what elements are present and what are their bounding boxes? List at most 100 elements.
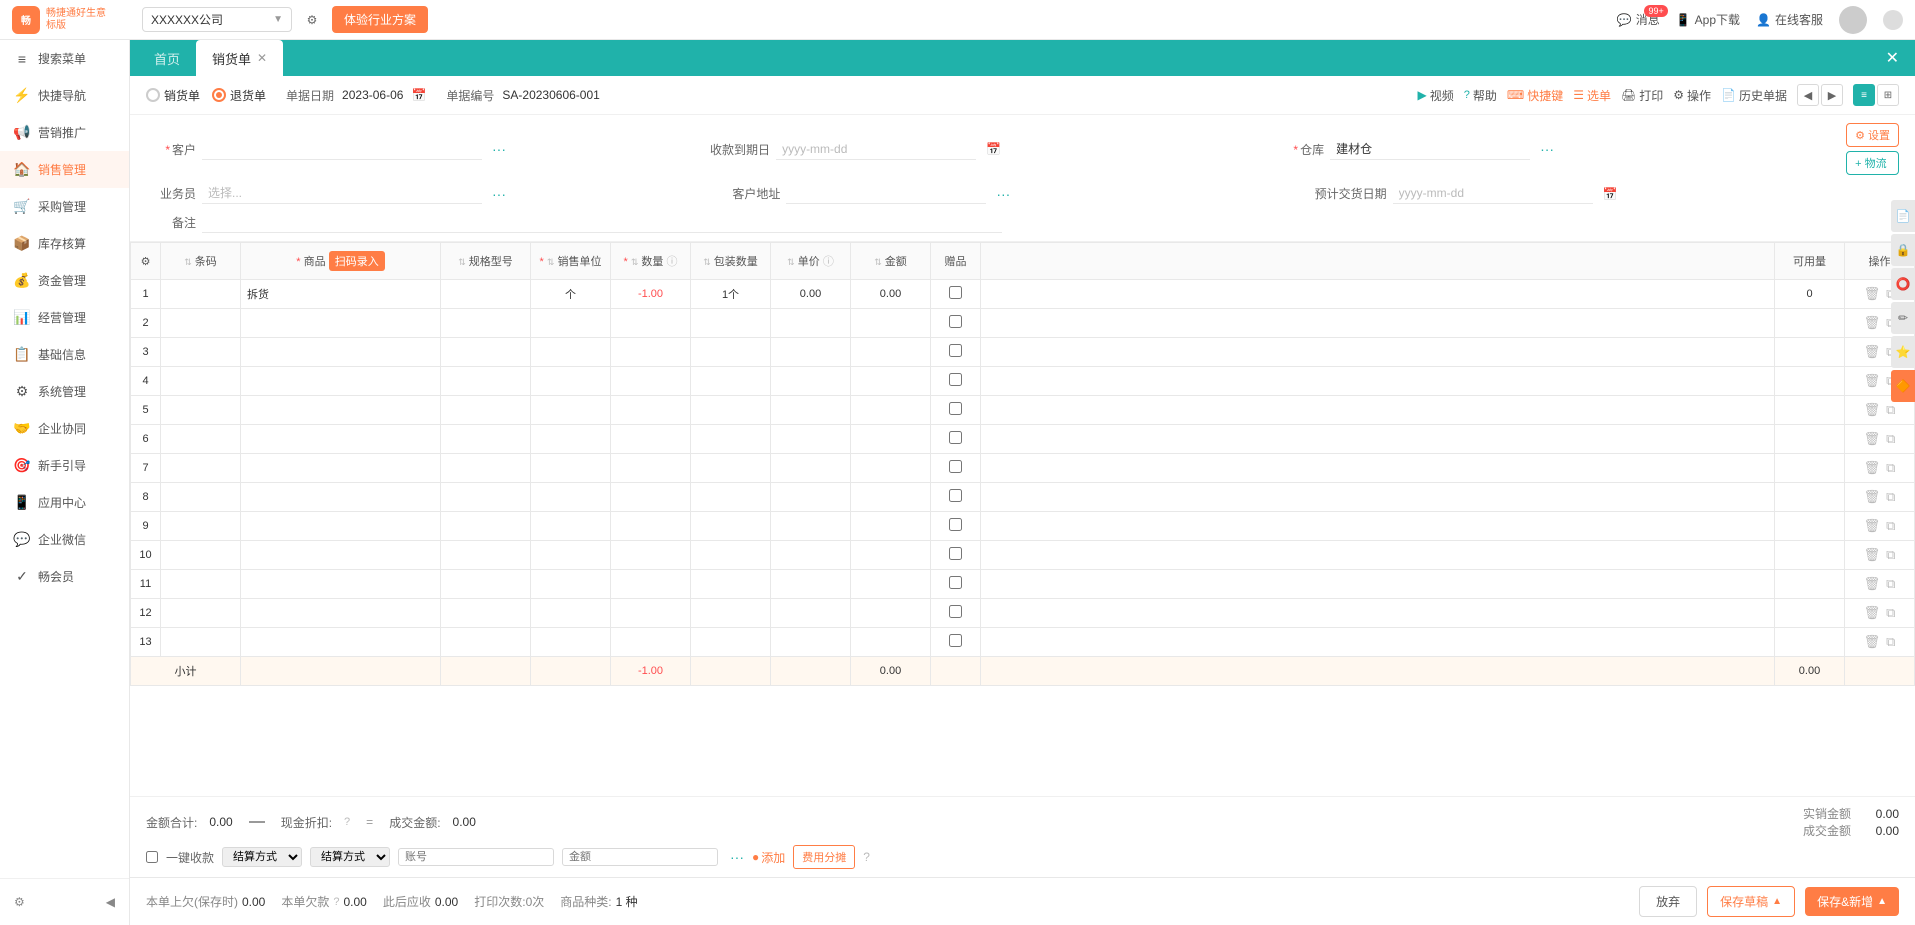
cell-spec[interactable] bbox=[441, 599, 531, 628]
cell-barcode[interactable] bbox=[161, 425, 241, 454]
account-select[interactable]: 结算方式 bbox=[310, 847, 390, 867]
settlement-method-select[interactable]: 结算方式 bbox=[222, 847, 302, 867]
cell-gift[interactable] bbox=[931, 338, 981, 367]
cell-gift[interactable] bbox=[931, 454, 981, 483]
barcode-input[interactable] bbox=[167, 346, 234, 358]
cell-unit-price[interactable] bbox=[771, 396, 851, 425]
sidebar-item-member[interactable]: ✓ 畅会员 bbox=[0, 558, 129, 595]
barcode-input[interactable] bbox=[167, 549, 234, 561]
action-history[interactable]: 📄 历史单据 bbox=[1721, 87, 1787, 104]
delete-icon[interactable]: 🗑 bbox=[1864, 344, 1881, 360]
salesperson-dots-icon[interactable]: ··· bbox=[492, 186, 506, 202]
cell-spec[interactable] bbox=[441, 512, 531, 541]
sidebar-item-quick-nav[interactable]: ⚡ 快捷导航 bbox=[0, 77, 129, 114]
right-float-lock-icon[interactable]: 🔒 bbox=[1891, 234, 1915, 266]
cell-qty[interactable] bbox=[611, 309, 691, 338]
cell-unit-price[interactable] bbox=[771, 425, 851, 454]
expected-delivery-input[interactable] bbox=[1393, 183, 1593, 204]
spec-input[interactable] bbox=[447, 288, 524, 300]
action-help[interactable]: ? 帮助 bbox=[1464, 87, 1497, 104]
sidebar-item-sales[interactable]: 🏠 销售管理 bbox=[0, 151, 129, 188]
date-calendar-icon[interactable]: 📅 bbox=[411, 88, 426, 102]
cell-spec[interactable] bbox=[441, 338, 531, 367]
cell-barcode[interactable] bbox=[161, 309, 241, 338]
cell-gift[interactable] bbox=[931, 309, 981, 338]
copy-icon[interactable]: ⧉ bbox=[1886, 605, 1895, 621]
cell-unit-price[interactable] bbox=[771, 367, 851, 396]
delete-icon[interactable]: 🗑 bbox=[1864, 431, 1881, 447]
barcode-input[interactable] bbox=[167, 433, 234, 445]
cell-barcode[interactable] bbox=[161, 541, 241, 570]
sidebar-item-enterprise[interactable]: 🤝 企业协同 bbox=[0, 410, 129, 447]
company-selector[interactable]: XXXXXX公司 ▼ bbox=[142, 7, 292, 32]
barcode-input[interactable] bbox=[167, 404, 234, 416]
cell-qty[interactable]: -1.00 bbox=[611, 280, 691, 309]
warehouse-dots-icon[interactable]: ··· bbox=[1540, 141, 1554, 157]
gift-checkbox[interactable] bbox=[949, 547, 962, 560]
delete-icon[interactable]: 🗑 bbox=[1864, 460, 1881, 476]
cell-qty[interactable] bbox=[611, 628, 691, 657]
cell-gift[interactable] bbox=[931, 512, 981, 541]
copy-icon[interactable]: ⧉ bbox=[1886, 547, 1895, 563]
gift-checkbox[interactable] bbox=[949, 518, 962, 531]
user-avatar-2[interactable] bbox=[1883, 10, 1903, 30]
sidebar-item-inventory[interactable]: 📦 库存核算 bbox=[0, 225, 129, 262]
cell-qty[interactable] bbox=[611, 599, 691, 628]
copy-icon[interactable]: ⧉ bbox=[1886, 576, 1895, 592]
user-avatar[interactable] bbox=[1839, 6, 1867, 34]
gift-checkbox[interactable] bbox=[949, 576, 962, 589]
settings-icon-btn[interactable]: ⚙ bbox=[298, 6, 326, 34]
warehouse-input[interactable] bbox=[1330, 139, 1530, 160]
cell-spec[interactable] bbox=[441, 280, 531, 309]
spec-input[interactable] bbox=[447, 549, 524, 561]
sidebar-item-finance[interactable]: 💰 资金管理 bbox=[0, 262, 129, 299]
barcode-input[interactable] bbox=[167, 491, 234, 503]
cell-unit-price[interactable] bbox=[771, 483, 851, 512]
cell-barcode[interactable] bbox=[161, 454, 241, 483]
amount-input[interactable] bbox=[562, 848, 718, 866]
spec-input[interactable] bbox=[447, 636, 524, 648]
right-float-orange-icon[interactable]: 🔶 bbox=[1891, 370, 1915, 402]
cell-barcode[interactable] bbox=[161, 599, 241, 628]
sidebar-item-wechat[interactable]: 💬 企业微信 bbox=[0, 521, 129, 558]
spec-input[interactable] bbox=[447, 404, 524, 416]
spec-input[interactable] bbox=[447, 375, 524, 387]
right-float-edit-icon[interactable]: ✏ bbox=[1891, 302, 1915, 334]
action-operate[interactable]: ⚙ 操作 bbox=[1673, 87, 1711, 104]
cell-gift[interactable] bbox=[931, 541, 981, 570]
barcode-input[interactable] bbox=[167, 520, 234, 532]
sidebar-item-app-center[interactable]: 📱 应用中心 bbox=[0, 484, 129, 521]
addr-dots-icon[interactable]: ··· bbox=[996, 186, 1010, 202]
cell-qty[interactable] bbox=[611, 454, 691, 483]
one-click-pay-checkbox[interactable] bbox=[146, 851, 158, 863]
barcode-input[interactable] bbox=[167, 288, 234, 300]
customer-input[interactable] bbox=[202, 139, 482, 160]
cell-barcode[interactable] bbox=[161, 338, 241, 367]
cell-spec[interactable] bbox=[441, 396, 531, 425]
th-settings[interactable]: ⚙ bbox=[131, 243, 161, 280]
trial-button[interactable]: 体验行业方案 bbox=[332, 6, 428, 33]
tab-home[interactable]: 首页 bbox=[138, 40, 196, 76]
sidebar-item-sys-mgmt[interactable]: ⚙ 系统管理 bbox=[0, 373, 129, 410]
cell-unit-price[interactable] bbox=[771, 599, 851, 628]
spec-input[interactable] bbox=[447, 317, 524, 329]
copy-icon[interactable]: ⧉ bbox=[1886, 402, 1895, 418]
gift-checkbox[interactable] bbox=[949, 344, 962, 357]
delete-icon[interactable]: 🗑 bbox=[1864, 605, 1881, 621]
cell-barcode[interactable] bbox=[161, 570, 241, 599]
gift-checkbox[interactable] bbox=[949, 634, 962, 647]
cell-qty[interactable] bbox=[611, 512, 691, 541]
barcode-input[interactable] bbox=[167, 317, 234, 329]
tab-sales-order[interactable]: 销货单 ✕ bbox=[196, 40, 283, 76]
online-service-button[interactable]: 👤 在线客服 bbox=[1756, 11, 1823, 28]
cell-unit-price[interactable] bbox=[771, 570, 851, 599]
cell-spec[interactable] bbox=[441, 367, 531, 396]
gift-checkbox[interactable] bbox=[949, 460, 962, 473]
cell-unit-price[interactable] bbox=[771, 338, 851, 367]
cell-gift[interactable] bbox=[931, 280, 981, 309]
customer-addr-input[interactable] bbox=[786, 183, 986, 204]
sidebar-item-new-guide[interactable]: 🎯 新手引导 bbox=[0, 447, 129, 484]
cell-spec[interactable] bbox=[441, 454, 531, 483]
delete-icon[interactable]: 🗑 bbox=[1864, 402, 1881, 418]
spec-input[interactable] bbox=[447, 433, 524, 445]
